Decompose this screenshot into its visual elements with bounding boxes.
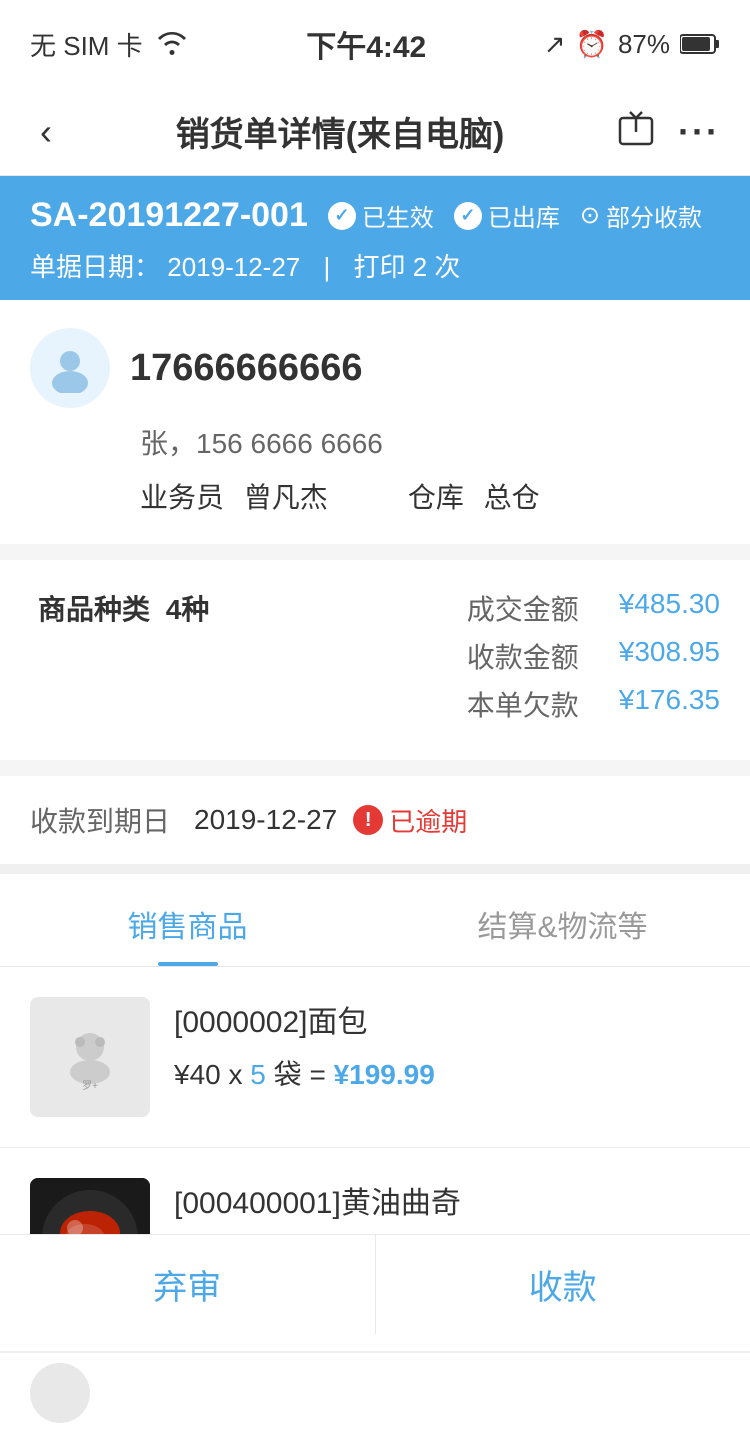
- sales-rep-value: 曾凡杰: [244, 482, 328, 513]
- tab-settlement[interactable]: 结算&物流等: [375, 874, 750, 966]
- back-button[interactable]: ‹: [30, 101, 62, 163]
- received-value: ¥308.95: [619, 636, 720, 676]
- more-icon[interactable]: ···: [678, 111, 720, 153]
- debt-label: 本单欠款: [467, 684, 579, 724]
- overdue-text: 已逾期: [389, 802, 467, 839]
- nav-bar: ‹ 销货单详情(来自电脑) ···: [0, 88, 750, 176]
- warehouse-value: 总仓: [484, 482, 540, 513]
- product-image-3-partial: [30, 1363, 90, 1423]
- status-partial: ⊙ 部分收款: [580, 198, 702, 233]
- bottom-bar: 弃审 收款: [0, 1234, 750, 1334]
- product-image-1: 罗+: [30, 997, 150, 1117]
- product-item: 罗+ [0000002]面包 ¥40 x 5 袋 = ¥199.99: [0, 967, 750, 1148]
- status-right: ↗ ⏰ 87%: [544, 29, 720, 60]
- status-shipped: ✓ 已出库: [454, 198, 560, 233]
- status-effective: ✓ 已生效: [328, 198, 434, 233]
- product-item-3-partial: [0, 1352, 750, 1432]
- wifi-icon: [155, 32, 189, 56]
- due-date-value: 2019-12-27: [194, 804, 337, 836]
- warehouse-label: 仓库: [408, 482, 464, 513]
- header-banner: SA-20191227-001 ✓ 已生效 ✓ 已出库 ⊙ 部分收款 单据日期：…: [0, 176, 750, 300]
- overdue-icon: !: [353, 805, 383, 835]
- cancel-button[interactable]: 弃审: [0, 1235, 376, 1334]
- customer-contact: 张，156 6666 6666: [140, 422, 720, 462]
- order-id: SA-20191227-001: [30, 196, 308, 235]
- alarm-icon: ⏰: [576, 29, 608, 60]
- due-section: 收款到期日 2019-12-27 ! 已逾期: [0, 776, 750, 874]
- tab-sales-products[interactable]: 销售商品: [0, 874, 375, 966]
- status-time: 下午4:42: [306, 22, 426, 66]
- carrier-text: 无 SIM 卡: [30, 26, 143, 63]
- product-info-1: [0000002]面包 ¥40 x 5 袋 = ¥199.99: [174, 997, 720, 1093]
- financial-stats: 成交金额 ¥485.30 收款金额 ¥308.95 本单欠款 ¥176.35: [467, 588, 720, 732]
- overdue-badge: ! 已逾期: [353, 802, 467, 839]
- stats-section: 商品种类 4种 成交金额 ¥485.30 收款金额 ¥308.95 本单欠款 ¥…: [0, 560, 750, 760]
- battery-icon: [680, 33, 720, 55]
- amount-value: ¥485.30: [619, 588, 720, 628]
- nav-actions: ···: [618, 110, 720, 153]
- customer-meta: 业务员 曾凡杰 仓库 总仓: [140, 476, 720, 516]
- page-title: 销货单详情(来自电脑): [176, 107, 505, 156]
- confirm-button[interactable]: 收款: [376, 1235, 750, 1334]
- product-types: 商品种类 4种: [30, 588, 209, 628]
- sales-rep-label: 业务员: [140, 482, 224, 513]
- amount-label: 成交金额: [467, 588, 579, 628]
- received-label: 收款金额: [467, 636, 579, 676]
- tabs: 销售商品 结算&物流等: [0, 874, 750, 967]
- product-name-2: [000400001]黄油曲奇: [174, 1178, 720, 1222]
- status-left: 无 SIM 卡: [30, 26, 189, 63]
- avatar: [30, 328, 110, 408]
- due-date-label: 收款到期日: [30, 800, 170, 840]
- customer-section: 17666666666 张，156 6666 6666 业务员 曾凡杰 仓库 总…: [0, 300, 750, 544]
- location-icon: ↗: [544, 29, 566, 60]
- product-name-1: [0000002]面包: [174, 997, 720, 1041]
- battery-text: 87%: [618, 29, 670, 60]
- product-price-1: ¥40 x 5 袋 = ¥199.99: [174, 1053, 720, 1093]
- debt-value: ¥176.35: [619, 684, 720, 724]
- header-date: 单据日期： 2019-12-27 | 打印 2 次: [30, 247, 720, 284]
- customer-id: 17666666666: [130, 347, 362, 390]
- status-bar: 无 SIM 卡 下午4:42 ↗ ⏰ 87%: [0, 0, 750, 88]
- share-icon[interactable]: [618, 110, 654, 153]
- products-list: 罗+ [0000002]面包 ¥40 x 5 袋 = ¥199.99: [0, 967, 750, 1432]
- svg-text:罗+: 罗+: [82, 1080, 98, 1092]
